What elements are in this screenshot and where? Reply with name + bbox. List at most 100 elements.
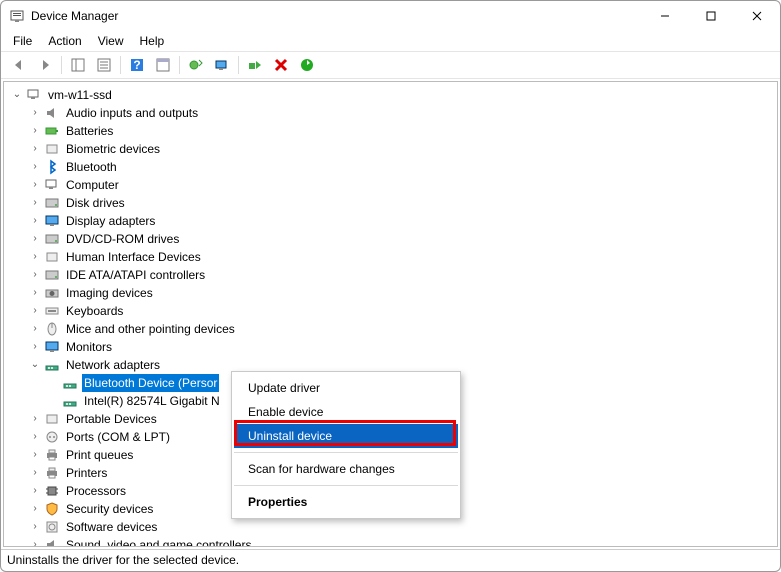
device-icon (44, 105, 60, 121)
expand-icon[interactable]: › (28, 538, 42, 547)
expand-icon[interactable]: › (28, 466, 42, 480)
tree-category[interactable]: ›Imaging devices (8, 284, 777, 302)
menu-bar: File Action View Help (1, 31, 780, 51)
network-adapter-icon (62, 393, 78, 409)
tree-category[interactable]: ›Sound, video and game controllers (8, 536, 777, 547)
node-label: Printers (64, 464, 109, 482)
expand-icon[interactable]: › (28, 412, 42, 426)
node-label: vm-w11-ssd (46, 86, 114, 104)
node-label: Intel(R) 82574L Gigabit N (82, 392, 222, 410)
properties-button[interactable] (92, 54, 116, 76)
tree-category[interactable]: ›Biometric devices (8, 140, 777, 158)
help-button[interactable]: ? (125, 54, 149, 76)
device-icon (44, 465, 60, 481)
device-icon (44, 321, 60, 337)
device-icon (44, 429, 60, 445)
device-icon (44, 357, 60, 373)
device-icon (44, 501, 60, 517)
scan-hardware-button[interactable] (210, 54, 234, 76)
tree-category[interactable]: › Monitors (8, 338, 777, 356)
tree-category[interactable]: › Display adapters (8, 212, 777, 230)
node-label: Security devices (64, 500, 155, 518)
show-hide-button[interactable] (66, 54, 90, 76)
node-label: Display adapters (64, 212, 157, 230)
window-title: Device Manager (31, 9, 642, 23)
uninstall-device-button[interactable] (269, 54, 293, 76)
node-label: Batteries (64, 122, 115, 140)
tree-category[interactable]: ›Software devices (8, 518, 777, 536)
maximize-button[interactable] (688, 1, 734, 31)
menu-file[interactable]: File (5, 32, 40, 50)
ctx-separator (234, 452, 458, 453)
expand-icon[interactable]: › (28, 268, 42, 282)
ctx-scan-hardware[interactable]: Scan for hardware changes (234, 457, 458, 481)
ctx-properties[interactable]: Properties (234, 490, 458, 514)
expand-icon[interactable]: › (28, 304, 42, 318)
device-icon (44, 213, 60, 229)
back-button[interactable] (7, 54, 31, 76)
ctx-update-driver[interactable]: Update driver (234, 376, 458, 400)
node-label: Print queues (64, 446, 135, 464)
expand-icon[interactable]: › (28, 448, 42, 462)
tree-category[interactable]: ›Bluetooth (8, 158, 777, 176)
action-button[interactable] (151, 54, 175, 76)
tree-category[interactable]: ›Keyboards (8, 302, 777, 320)
tree-category[interactable]: ›IDE ATA/ATAPI controllers (8, 266, 777, 284)
tree-category[interactable]: › Disk drives (8, 194, 777, 212)
expand-icon[interactable]: › (28, 286, 42, 300)
expand-icon[interactable]: › (28, 214, 42, 228)
expand-icon[interactable]: › (28, 502, 42, 516)
device-icon (44, 339, 60, 355)
expand-icon[interactable]: › (28, 106, 42, 120)
node-label: Bluetooth Device (Persor (82, 374, 219, 392)
device-icon (44, 537, 60, 547)
tree-category[interactable]: ›Human Interface Devices (8, 248, 777, 266)
device-icon (44, 177, 60, 193)
expand-icon[interactable]: › (28, 160, 42, 174)
expand-icon[interactable]: › (28, 124, 42, 138)
expand-icon[interactable]: › (28, 322, 42, 336)
tree-root[interactable]: ⌄ vm-w11-ssd (8, 86, 777, 104)
tree-category[interactable]: › Audio inputs and outputs (8, 104, 777, 122)
ctx-uninstall-device[interactable]: Uninstall device (234, 424, 458, 448)
device-icon (44, 303, 60, 319)
tree-category[interactable]: › Mice and other pointing devices (8, 320, 777, 338)
tree-category[interactable]: › DVD/CD-ROM drives (8, 230, 777, 248)
computer-icon (26, 87, 42, 103)
node-label: Audio inputs and outputs (64, 104, 200, 122)
title-bar: Device Manager (1, 1, 780, 31)
node-label: DVD/CD-ROM drives (64, 230, 181, 248)
collapse-icon[interactable]: ⌄ (10, 88, 24, 102)
device-icon (44, 231, 60, 247)
expand-icon[interactable]: › (28, 430, 42, 444)
minimize-button[interactable] (642, 1, 688, 31)
node-label: Mice and other pointing devices (64, 320, 237, 338)
forward-button[interactable] (33, 54, 57, 76)
toolbar: ? (1, 51, 780, 79)
expand-icon[interactable]: › (28, 142, 42, 156)
tree-category[interactable]: › Batteries (8, 122, 777, 140)
device-icon (44, 483, 60, 499)
device-icon (44, 249, 60, 265)
node-label: Disk drives (64, 194, 127, 212)
expand-icon[interactable]: ⌄ (28, 358, 42, 372)
expand-icon[interactable]: › (28, 340, 42, 354)
menu-help[interactable]: Help (132, 32, 173, 50)
expand-icon[interactable]: › (28, 520, 42, 534)
expand-icon[interactable]: › (28, 232, 42, 246)
menu-view[interactable]: View (90, 32, 132, 50)
expand-icon[interactable]: › (28, 250, 42, 264)
expand-icon[interactable]: › (28, 196, 42, 210)
scan-changes-button[interactable] (295, 54, 319, 76)
tree-category[interactable]: ›Computer (8, 176, 777, 194)
node-label: Processors (64, 482, 128, 500)
expand-icon[interactable]: › (28, 484, 42, 498)
menu-action[interactable]: Action (40, 32, 89, 50)
node-label: Monitors (64, 338, 114, 356)
update-driver-button[interactable] (184, 54, 208, 76)
close-button[interactable] (734, 1, 780, 31)
device-icon (44, 123, 60, 139)
enable-device-button[interactable] (243, 54, 267, 76)
ctx-enable-device[interactable]: Enable device (234, 400, 458, 424)
expand-icon[interactable]: › (28, 178, 42, 192)
